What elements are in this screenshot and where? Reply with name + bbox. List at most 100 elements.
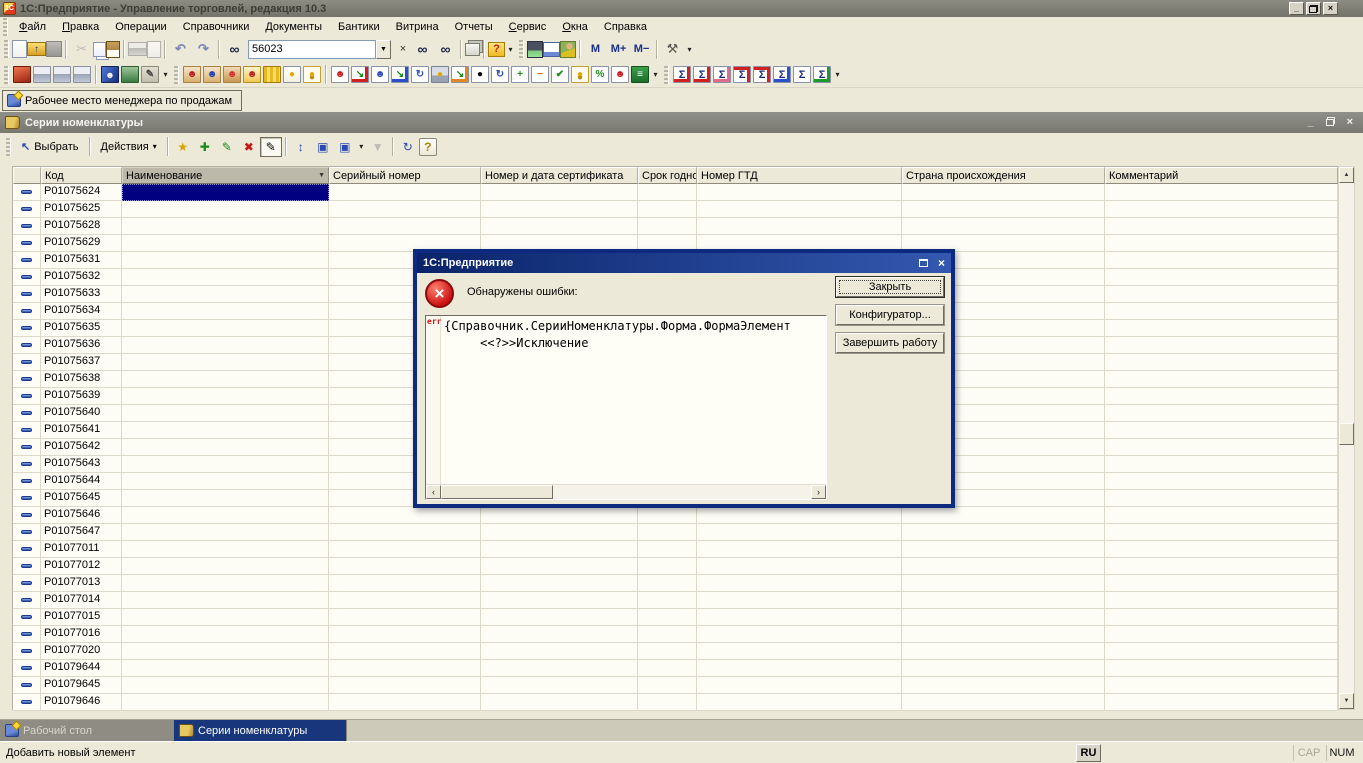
cell-comment[interactable] (1105, 303, 1338, 320)
cell-gtd[interactable] (697, 575, 902, 592)
mdi-close-button[interactable]: × (1347, 116, 1353, 129)
cell-country[interactable] (902, 541, 1105, 558)
money-icon[interactable] (121, 66, 139, 83)
cell-expiry[interactable] (638, 677, 697, 694)
cell-comment[interactable] (1105, 218, 1338, 235)
cell-expiry[interactable] (638, 609, 697, 626)
dropdown-arrow[interactable]: ▾ (160, 65, 171, 85)
print-label-icon[interactable] (73, 66, 91, 83)
cell-code[interactable]: P01077014 (41, 592, 122, 609)
cell-serial[interactable] (329, 541, 481, 558)
user-permissions-icon[interactable] (560, 40, 576, 58)
cell-comment[interactable] (1105, 252, 1338, 269)
cell-code[interactable]: P01075633 (41, 286, 122, 303)
cell-expiry[interactable] (638, 524, 697, 541)
cell-serial[interactable] (329, 218, 481, 235)
print-invoice-icon[interactable] (53, 66, 71, 83)
cell-expiry[interactable] (638, 184, 697, 201)
cell-name[interactable] (122, 524, 329, 541)
cell-expiry[interactable] (638, 660, 697, 677)
cell-name[interactable] (122, 660, 329, 677)
cell-country[interactable] (902, 201, 1105, 218)
cell-expiry[interactable] (638, 694, 697, 711)
cell-name[interactable] (122, 286, 329, 303)
list-settings-icon[interactable]: ▣ (334, 137, 356, 157)
cell-code[interactable]: P01075646 (41, 507, 122, 524)
cell-certificate[interactable] (481, 201, 638, 218)
menu-edit[interactable]: Правка (54, 19, 107, 35)
cell-name[interactable] (122, 575, 329, 592)
cell-name[interactable] (122, 439, 329, 456)
close-button[interactable]: × (1323, 2, 1338, 15)
cell-country[interactable] (902, 626, 1105, 643)
view-mode-toggle-icon[interactable]: ✎ (259, 136, 282, 157)
add-group-icon[interactable]: ✚ (194, 137, 216, 157)
cell-country[interactable] (902, 507, 1105, 524)
cell-comment[interactable] (1105, 677, 1338, 694)
cell-certificate[interactable] (481, 507, 638, 524)
cell-comment[interactable] (1105, 575, 1338, 592)
cell-certificate[interactable] (481, 609, 638, 626)
table-row[interactable]: P01077015 (13, 609, 1338, 626)
cell-comment[interactable] (1105, 184, 1338, 201)
cell-code[interactable]: P01079646 (41, 694, 122, 711)
archive-icon[interactable] (13, 66, 31, 83)
refresh-icon[interactable]: ↻ (397, 137, 419, 157)
cut-icon[interactable]: ✂ (70, 38, 93, 60)
cell-comment[interactable] (1105, 524, 1338, 541)
add-item-icon[interactable]: ★ (172, 137, 194, 157)
cell-name[interactable] (122, 235, 329, 252)
calculator-icon[interactable] (527, 40, 543, 58)
help-dropdown-arrow[interactable]: ▾ (505, 39, 516, 59)
report-check-icon[interactable]: Σ (813, 66, 831, 83)
cell-gtd[interactable] (697, 677, 902, 694)
cell-name[interactable] (122, 609, 329, 626)
cell-code[interactable]: P01075629 (41, 235, 122, 252)
cell-serial[interactable] (329, 524, 481, 541)
cell-name[interactable] (122, 269, 329, 286)
cell-serial[interactable] (329, 507, 481, 524)
menu-vitrina[interactable]: Витрина (388, 19, 447, 35)
receipt-export-icon[interactable]: ↘ (351, 66, 369, 83)
horizontal-scrollbar[interactable]: ‹ › (426, 484, 826, 499)
cell-serial[interactable] (329, 660, 481, 677)
open-icon[interactable]: ↑ (27, 42, 46, 56)
cell-code[interactable]: P01077015 (41, 609, 122, 626)
cell-name[interactable] (122, 303, 329, 320)
cell-expiry[interactable] (638, 575, 697, 592)
scroll-left-icon[interactable]: ‹ (426, 485, 441, 499)
memory-plus-icon[interactable]: M+ (607, 38, 630, 60)
payment-terminal-icon[interactable]: ● (431, 66, 449, 83)
scroll-up-icon[interactable]: ▲ (1339, 167, 1354, 183)
cell-country[interactable] (902, 524, 1105, 541)
cell-certificate[interactable] (481, 660, 638, 677)
cell-country[interactable] (902, 558, 1105, 575)
cell-gtd[interactable] (697, 626, 902, 643)
tab-sales-manager-workplace[interactable]: Рабочее место менеджера по продажам (2, 90, 243, 111)
cell-gtd[interactable] (697, 218, 902, 235)
cell-serial[interactable] (329, 184, 481, 201)
cell-country[interactable] (902, 575, 1105, 592)
price-document-icon[interactable]: ● (283, 66, 301, 83)
cell-name[interactable] (122, 388, 329, 405)
cell-expiry[interactable] (638, 626, 697, 643)
cell-comment[interactable] (1105, 269, 1338, 286)
cell-code[interactable]: P01075645 (41, 490, 122, 507)
search-combobox[interactable]: ▼ (248, 39, 391, 59)
header-name[interactable]: Наименование ▼ (122, 167, 329, 184)
cell-code[interactable]: P01075640 (41, 405, 122, 422)
supplier-order-icon[interactable]: ☻ (223, 66, 241, 83)
cell-code[interactable]: P01077012 (41, 558, 122, 575)
menu-service[interactable]: Сервис (501, 19, 555, 35)
cell-code[interactable]: P01075635 (41, 320, 122, 337)
cash-register-icon[interactable]: ✎ (141, 66, 159, 83)
cell-expiry[interactable] (638, 201, 697, 218)
table-row[interactable]: P01077014 (13, 592, 1338, 609)
cell-country[interactable] (902, 592, 1105, 609)
buyer-order-icon[interactable]: ☻ (203, 66, 221, 83)
header-certificate[interactable]: Номер и дата сертификата (481, 167, 638, 184)
cell-gtd[interactable] (697, 524, 902, 541)
price-list-icon[interactable]: ● (471, 66, 489, 83)
find-icon[interactable]: ∞ (223, 38, 246, 60)
cell-serial[interactable] (329, 201, 481, 218)
